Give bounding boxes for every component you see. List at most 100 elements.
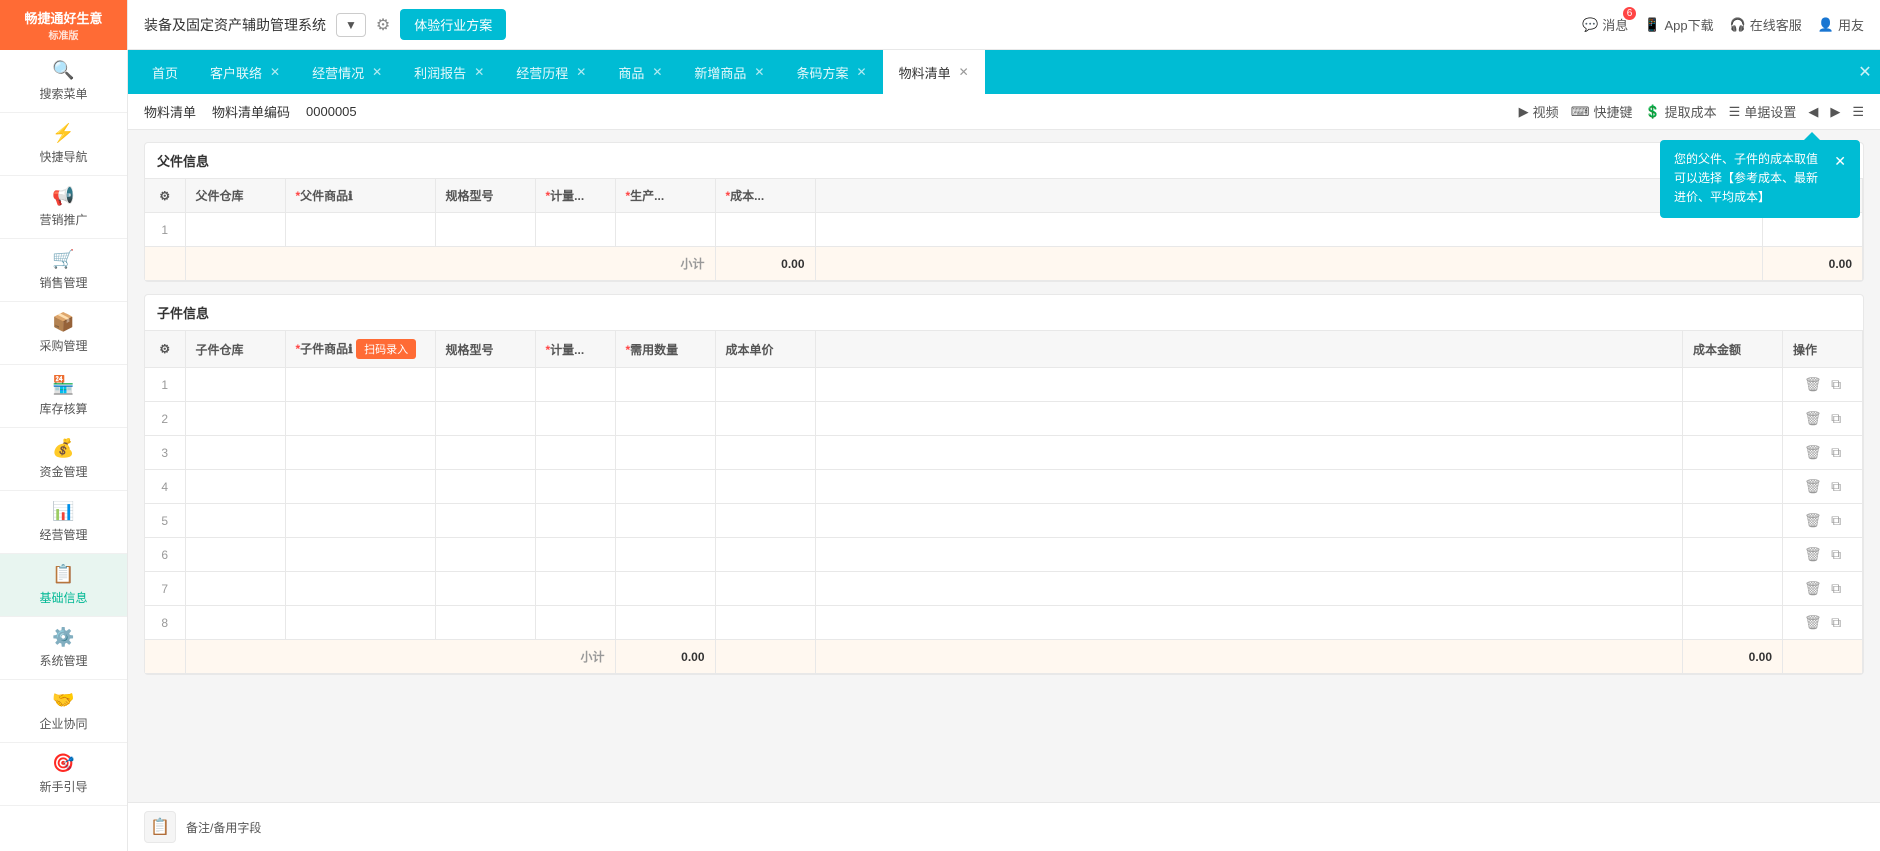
sidebar-item-system[interactable]: ⚙️ 系统管理 <box>0 617 127 680</box>
sidebar-item-inventory[interactable]: 🏪 库存核算 <box>0 365 127 428</box>
list-view-btn[interactable]: ☰ <box>1852 104 1864 120</box>
child-product-cell[interactable] <box>285 402 435 436</box>
nav-tab-6[interactable]: 新增商品✕ <box>678 50 780 94</box>
nav-tab-8[interactable]: 物料清单✕ <box>883 50 985 94</box>
child-unit-cell[interactable] <box>535 470 615 504</box>
copy-icon[interactable]: ⧉ <box>1831 580 1841 596</box>
copy-icon[interactable]: ⧉ <box>1831 376 1841 392</box>
tab-close-btn[interactable]: ✕ <box>372 65 382 79</box>
message-btn[interactable]: 💬 消息 6 <box>1582 15 1628 34</box>
online-service-btn[interactable]: 🎧 在线客服 <box>1730 15 1802 34</box>
nav-tab-3[interactable]: 利润报告✕ <box>398 50 500 94</box>
child-qty-cell[interactable] <box>615 470 715 504</box>
child-spec-cell[interactable] <box>435 504 535 538</box>
child-unit-cost-cell[interactable] <box>715 402 815 436</box>
child-spec-cell[interactable] <box>435 538 535 572</box>
tab-close-btn[interactable]: ✕ <box>576 65 586 79</box>
child-unit-cost-cell[interactable] <box>715 470 815 504</box>
child-unit-cost-cell[interactable] <box>715 572 815 606</box>
child-warehouse-cell[interactable] <box>185 504 285 538</box>
sidebar-item-purchase[interactable]: 📦 采购管理 <box>0 302 127 365</box>
sidebar-item-search[interactable]: 🔍 搜索菜单 <box>0 50 127 113</box>
copy-icon[interactable]: ⧉ <box>1831 478 1841 494</box>
child-unit-cell[interactable] <box>535 436 615 470</box>
nav-tab-1[interactable]: 客户联络✕ <box>194 50 296 94</box>
tab-close-btn[interactable]: ✕ <box>474 65 484 79</box>
child-unit-cell[interactable] <box>535 606 615 640</box>
child-qty-cell[interactable] <box>615 368 715 402</box>
parent-spec-cell[interactable] <box>435 213 535 247</box>
experience-btn[interactable]: 体验行业方案 <box>400 9 506 40</box>
child-spec-cell[interactable] <box>435 470 535 504</box>
sidebar-item-guide[interactable]: 🎯 新手引导 <box>0 743 127 806</box>
child-product-cell[interactable] <box>285 606 435 640</box>
nav-prev-btn[interactable]: ◀ <box>1808 104 1818 120</box>
nav-tab-4[interactable]: 经营历程✕ <box>500 50 602 94</box>
delete-icon[interactable]: 🗑 <box>1804 614 1822 630</box>
child-spec-cell[interactable] <box>435 606 535 640</box>
child-qty-cell[interactable] <box>615 572 715 606</box>
child-warehouse-cell[interactable] <box>185 538 285 572</box>
user-btn[interactable]: 👤 用友 <box>1818 15 1864 34</box>
child-spec-cell[interactable] <box>435 572 535 606</box>
nav-tab-5[interactable]: 商品✕ <box>602 50 678 94</box>
child-product-cell[interactable] <box>285 436 435 470</box>
extract-cost-btn[interactable]: 💲 提取成本 <box>1644 102 1716 121</box>
child-spec-cell[interactable] <box>435 368 535 402</box>
app-download-btn[interactable]: 📱 App下载 <box>1644 15 1713 34</box>
child-product-cell[interactable] <box>285 538 435 572</box>
child-unit-cell[interactable] <box>535 538 615 572</box>
child-qty-cell[interactable] <box>615 606 715 640</box>
copy-icon[interactable]: ⧉ <box>1831 512 1841 528</box>
delete-icon[interactable]: 🗑 <box>1804 580 1822 596</box>
delete-icon[interactable]: 🗑 <box>1804 478 1822 494</box>
sidebar-item-enterprise[interactable]: 🤝 企业协同 <box>0 680 127 743</box>
child-warehouse-cell[interactable] <box>185 402 285 436</box>
tab-close-btn[interactable]: ✕ <box>652 65 662 79</box>
child-unit-cell[interactable] <box>535 504 615 538</box>
note-icon[interactable]: 📋 <box>144 811 176 843</box>
parent-product-cell[interactable] <box>285 213 435 247</box>
tooltip-close-btn[interactable]: ✕ <box>1834 150 1846 172</box>
child-product-cell[interactable] <box>285 368 435 402</box>
child-qty-cell[interactable] <box>615 402 715 436</box>
parent-warehouse-cell[interactable] <box>185 213 285 247</box>
close-all-tabs-btn[interactable]: ✕ <box>1850 50 1880 94</box>
child-unit-cost-cell[interactable] <box>715 504 815 538</box>
copy-icon[interactable]: ⧉ <box>1831 546 1841 562</box>
child-spec-cell[interactable] <box>435 402 535 436</box>
system-dropdown[interactable]: ▼ <box>336 13 366 37</box>
delete-icon[interactable]: 🗑 <box>1804 546 1822 562</box>
child-unit-cost-cell[interactable] <box>715 606 815 640</box>
delete-icon[interactable]: 🗑 <box>1804 376 1822 392</box>
copy-icon[interactable]: ⧉ <box>1831 444 1841 460</box>
sidebar-item-finance[interactable]: 💰 资金管理 <box>0 428 127 491</box>
copy-icon[interactable]: ⧉ <box>1831 410 1841 426</box>
tab-close-btn[interactable]: ✕ <box>959 65 969 79</box>
shortcut-btn[interactable]: ⌨ 快捷键 <box>1571 102 1633 121</box>
tab-close-btn[interactable]: ✕ <box>270 65 280 79</box>
breadcrumb-current[interactable]: 物料清单 <box>144 102 196 121</box>
child-product-cell[interactable] <box>285 504 435 538</box>
sidebar-item-sales[interactable]: 🛒 销售管理 <box>0 239 127 302</box>
delete-icon[interactable]: 🗑 <box>1804 444 1822 460</box>
child-col-settings[interactable]: ⚙ <box>145 331 185 368</box>
nav-next-btn[interactable]: ▶ <box>1830 104 1840 120</box>
settings-icon[interactable]: ⚙ <box>376 15 390 35</box>
child-warehouse-cell[interactable] <box>185 470 285 504</box>
delete-icon[interactable]: 🗑 <box>1804 512 1822 528</box>
child-warehouse-cell[interactable] <box>185 368 285 402</box>
child-unit-cost-cell[interactable] <box>715 368 815 402</box>
sidebar-item-quick-nav[interactable]: ⚡ 快捷导航 <box>0 113 127 176</box>
parent-produce-cell[interactable] <box>615 213 715 247</box>
scan-input-btn[interactable]: 扫码录入 <box>356 339 416 359</box>
child-product-cell[interactable] <box>285 470 435 504</box>
child-product-cell[interactable] <box>285 572 435 606</box>
nav-tab-0[interactable]: 首页 <box>136 50 194 94</box>
child-unit-cell[interactable] <box>535 402 615 436</box>
child-unit-cost-cell[interactable] <box>715 436 815 470</box>
tab-close-btn[interactable]: ✕ <box>754 65 764 79</box>
child-qty-cell[interactable] <box>615 504 715 538</box>
view-video-btn[interactable]: ▶ 视频 <box>1519 102 1559 121</box>
single-settings-btn[interactable]: ☰ 单据设置 <box>1729 102 1797 121</box>
